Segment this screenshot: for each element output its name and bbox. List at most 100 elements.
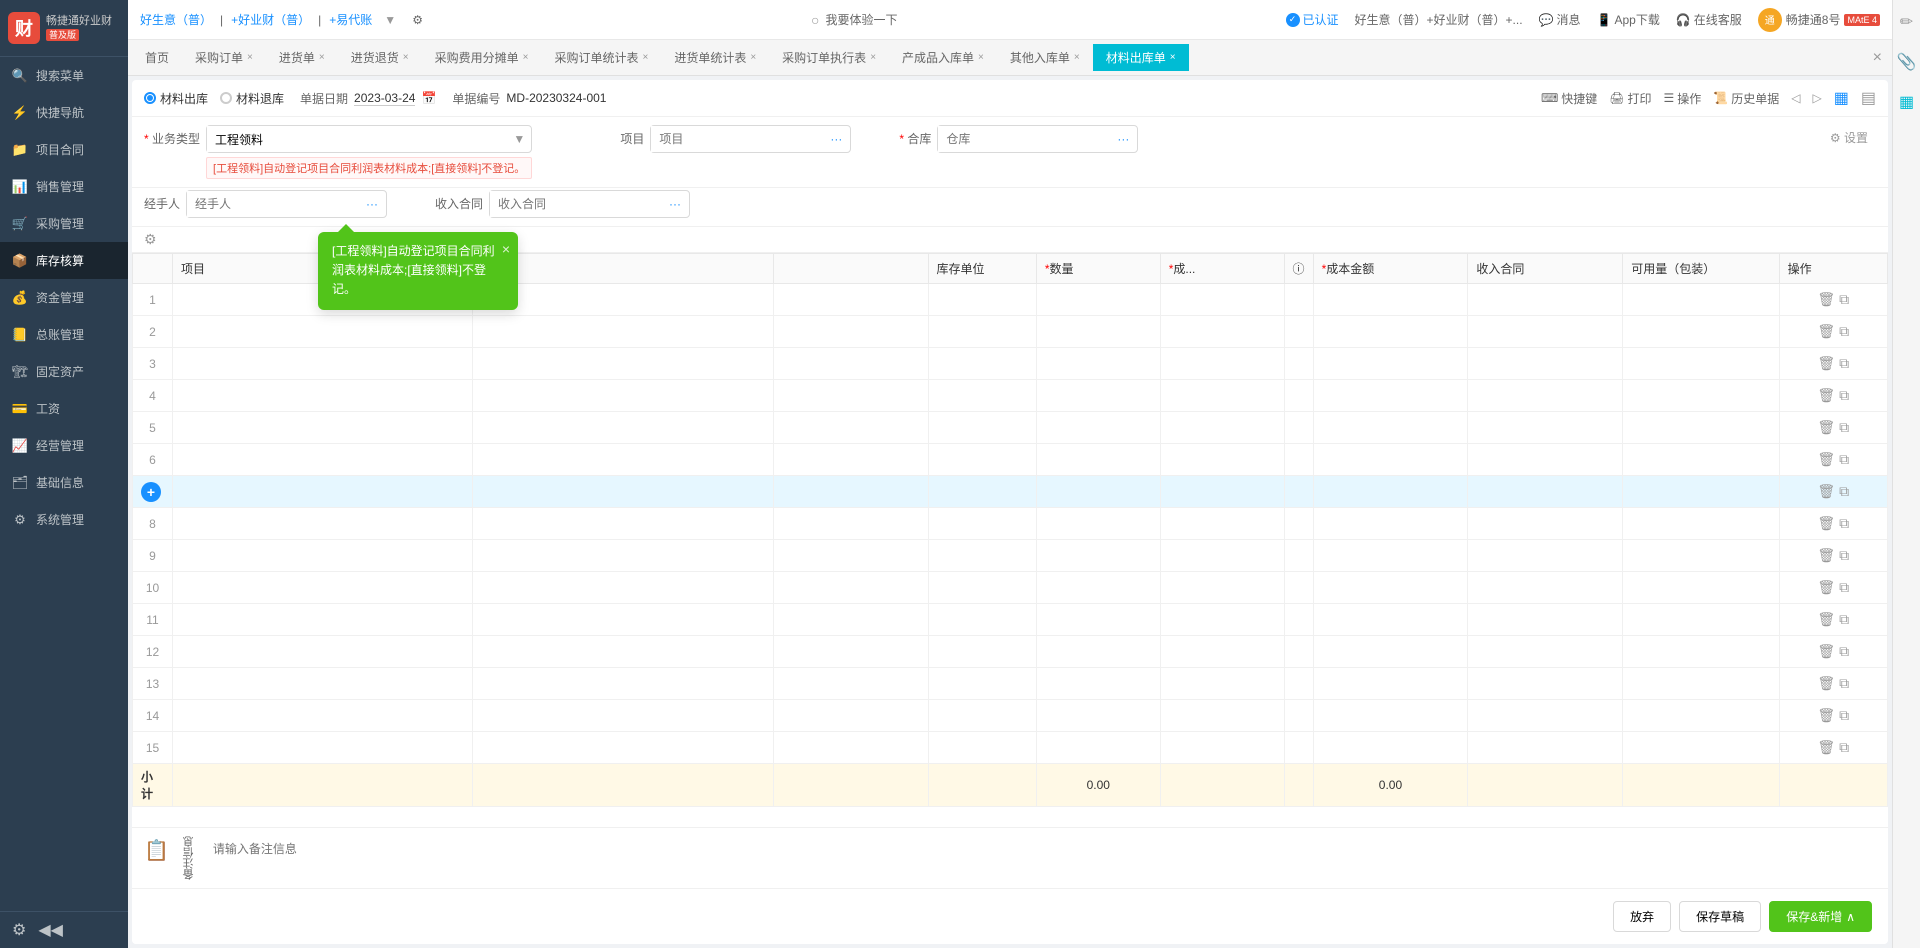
sidebar-item-search[interactable]: 🔍 搜索菜单 xyxy=(0,57,128,94)
add-row-button[interactable]: + xyxy=(141,482,161,502)
tab-close-material-outbound[interactable]: × xyxy=(1170,52,1176,63)
row-copy-btn[interactable]: ⧉ xyxy=(1839,739,1849,756)
row-delete-btn[interactable]: 🗑 xyxy=(1817,579,1835,596)
topbar-link-agency[interactable]: +易代账 xyxy=(329,11,372,28)
online-service-btn[interactable]: 🎧 在线客服 xyxy=(1676,11,1742,28)
project-dots[interactable]: ··· xyxy=(822,128,850,150)
tab-close-finished-goods[interactable]: × xyxy=(978,52,984,63)
row-copy-btn[interactable]: ⧉ xyxy=(1839,579,1849,596)
handler-selector[interactable]: ··· xyxy=(186,190,387,218)
income-contract-selector[interactable]: ··· xyxy=(489,190,690,218)
tab-other-inbound[interactable]: 其他入库单× xyxy=(997,44,1093,71)
row-delete-btn[interactable]: 🗑 xyxy=(1817,547,1835,564)
tabbar-close-btn[interactable]: × xyxy=(1867,49,1888,67)
print-btn[interactable]: 🖨 打印 xyxy=(1609,90,1651,107)
tab-close-other-inbound[interactable]: × xyxy=(1074,52,1080,63)
collapse-icon[interactable]: ◀◀ xyxy=(38,920,63,940)
operation-btn[interactable]: ☰ 操作 xyxy=(1664,90,1702,107)
row-delete-btn[interactable]: 🗑 xyxy=(1817,291,1835,308)
trial-label[interactable]: 我要体验一下 xyxy=(825,11,897,28)
row-copy-btn[interactable]: ⧉ xyxy=(1839,291,1849,308)
notes-input[interactable] xyxy=(213,836,1876,876)
row-copy-btn[interactable]: ⧉ xyxy=(1839,707,1849,724)
sidebar-item-assets[interactable]: 🏗 固定资产 xyxy=(0,353,128,390)
view-list-icon[interactable]: ▤ xyxy=(1861,88,1876,108)
tab-close-incoming[interactable]: × xyxy=(319,52,325,63)
sidebar-item-inventory[interactable]: 📦 库存核算 xyxy=(0,242,128,279)
warehouse-dots[interactable]: ··· xyxy=(1109,128,1137,150)
app-download-btn[interactable]: 📱 App下载 xyxy=(1597,11,1660,28)
row-delete-btn[interactable]: 🗑 xyxy=(1817,483,1835,500)
business-type-input[interactable] xyxy=(207,126,507,152)
form-settings-btn[interactable]: ⚙ 设置 xyxy=(1822,125,1876,150)
topbar-more-icon[interactable]: ▼ xyxy=(384,13,396,27)
row-copy-btn[interactable]: ⧉ xyxy=(1839,355,1849,372)
next-nav-icon[interactable]: ▷ xyxy=(1813,91,1822,105)
radio-material-outbound[interactable]: 材料出库 xyxy=(144,90,208,107)
row-delete-btn[interactable]: 🗑 xyxy=(1817,739,1835,756)
topbar-user[interactable]: 通 畅捷通8号 MAtE 4 xyxy=(1758,8,1880,32)
row-copy-btn[interactable]: ⧉ xyxy=(1839,515,1849,532)
tab-purchase-order[interactable]: 采购订单× xyxy=(182,44,266,71)
tab-close-incoming-return[interactable]: × xyxy=(403,52,409,63)
sidebar-item-sales[interactable]: 📊 销售管理 xyxy=(0,168,128,205)
right-panel-table-icon[interactable]: ▦ xyxy=(1895,88,1918,116)
shortcut-btn[interactable]: ⌨ 快捷键 xyxy=(1541,90,1597,107)
tab-incoming-return[interactable]: 进货退货× xyxy=(338,44,422,71)
tab-finished-goods[interactable]: 产成品入库单× xyxy=(889,44,997,71)
income-contract-input[interactable] xyxy=(490,191,661,217)
tab-home[interactable]: 首页 xyxy=(132,44,182,71)
topbar-link-shop[interactable]: 好生意（普） xyxy=(140,11,212,28)
row-delete-btn[interactable]: 🗑 xyxy=(1817,707,1835,724)
row-delete-btn[interactable]: 🗑 xyxy=(1817,323,1835,340)
sidebar-item-basic[interactable]: 🗂 基础信息 xyxy=(0,464,128,501)
project-input[interactable] xyxy=(651,126,822,152)
sidebar-item-salary[interactable]: 💳 工资 xyxy=(0,390,128,427)
prev-nav-icon[interactable]: ◁ xyxy=(1791,91,1800,105)
project-selector[interactable]: ··· xyxy=(650,125,851,153)
topbar-settings-icon[interactable]: ⚙ xyxy=(412,13,423,27)
row-copy-btn[interactable]: ⧉ xyxy=(1839,419,1849,436)
settings-bottom-icon[interactable]: ⚙ xyxy=(12,920,26,940)
topbar-link-finance[interactable]: +好业财（普） xyxy=(231,11,310,28)
message-btn[interactable]: 💬 消息 xyxy=(1539,11,1581,28)
tab-close-purchase-order[interactable]: × xyxy=(247,52,253,63)
tooltip-close-btn[interactable]: × xyxy=(502,238,510,260)
tab-incoming[interactable]: 进货单× xyxy=(266,44,338,71)
row-delete-btn[interactable]: 🗑 xyxy=(1817,515,1835,532)
row-copy-btn[interactable]: ⧉ xyxy=(1839,451,1849,468)
sidebar-item-ledger[interactable]: 📒 总账管理 xyxy=(0,316,128,353)
tab-close-purchase-exec[interactable]: × xyxy=(870,52,876,63)
row-copy-btn[interactable]: ⧉ xyxy=(1839,675,1849,692)
warehouse-selector[interactable]: ··· xyxy=(937,125,1138,153)
tab-purchase-fee[interactable]: 采购费用分摊单× xyxy=(422,44,542,71)
row-delete-btn[interactable]: 🗑 xyxy=(1817,675,1835,692)
right-panel-edit-icon[interactable]: ✏ xyxy=(1896,8,1917,36)
tab-close-purchase-fee[interactable]: × xyxy=(523,52,529,63)
handler-dots[interactable]: ··· xyxy=(358,193,386,215)
discard-button[interactable]: 放弃 xyxy=(1613,901,1671,932)
business-type-arrow[interactable]: ▼ xyxy=(507,132,531,146)
tab-material-outbound[interactable]: 材料出库单× xyxy=(1093,44,1189,71)
handler-input[interactable] xyxy=(187,191,358,217)
row-copy-btn[interactable]: ⧉ xyxy=(1839,643,1849,660)
sidebar-item-ops[interactable]: 📈 经营管理 xyxy=(0,427,128,464)
number-value[interactable]: MD-20230324-001 xyxy=(506,91,606,105)
business-type-selector[interactable]: ▼ xyxy=(206,125,532,153)
sidebar-item-shortcuts[interactable]: ⚡ 快捷导航 xyxy=(0,94,128,131)
row-copy-btn[interactable]: ⧉ xyxy=(1839,547,1849,564)
tab-purchase-exec[interactable]: 采购订单执行表× xyxy=(769,44,889,71)
date-value[interactable]: 2023-03-24 xyxy=(354,91,415,106)
row-delete-btn[interactable]: 🗑 xyxy=(1817,643,1835,660)
row-delete-btn[interactable]: 🗑 xyxy=(1817,387,1835,404)
right-panel-attach-icon[interactable]: 📎 xyxy=(1893,48,1920,76)
row-delete-btn[interactable]: 🗑 xyxy=(1817,355,1835,372)
tab-close-incoming-stats[interactable]: × xyxy=(750,52,756,63)
radio-material-return[interactable]: 材料退库 xyxy=(220,90,284,107)
grid-settings-icon[interactable]: ⚙ xyxy=(144,231,157,248)
tab-close-purchase-stats[interactable]: × xyxy=(642,52,648,63)
row-copy-btn[interactable]: ⧉ xyxy=(1839,483,1849,500)
warehouse-input[interactable] xyxy=(938,126,1109,152)
row-delete-btn[interactable]: 🗑 xyxy=(1817,611,1835,628)
cell-input-item[interactable] xyxy=(181,484,464,499)
